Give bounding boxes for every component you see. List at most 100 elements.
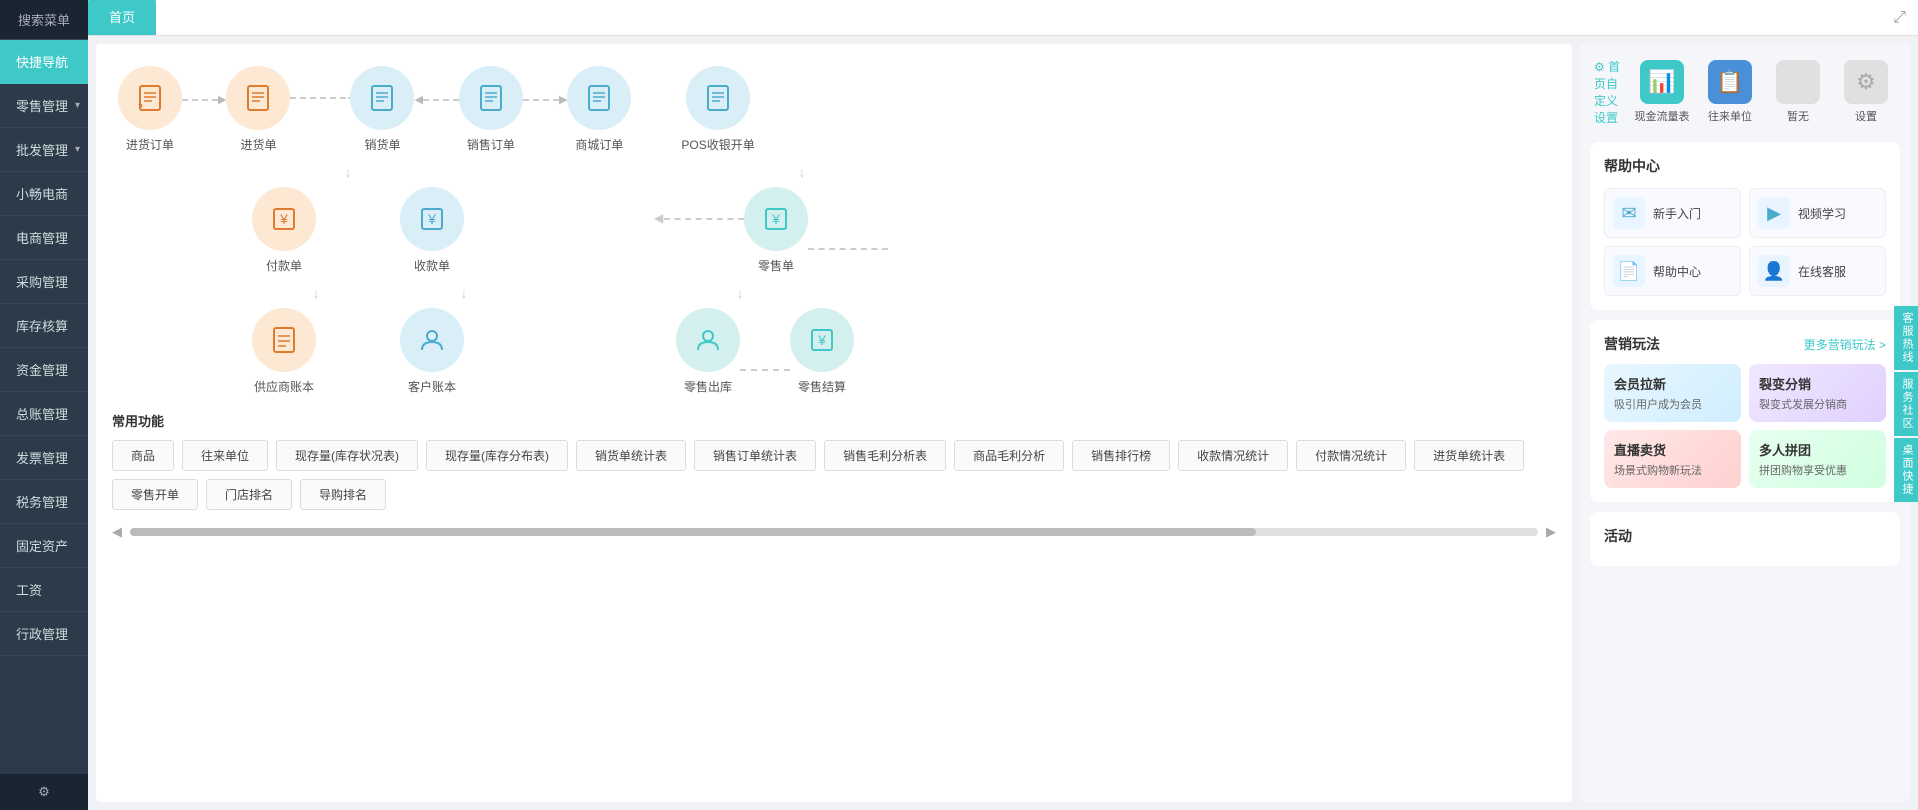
func-button[interactable]: 导购排名: [300, 479, 386, 510]
sidebar-item-电商管理[interactable]: 电商管理: [0, 216, 88, 260]
sidebar-item-税务管理[interactable]: 税务管理: [0, 480, 88, 524]
marketing-item[interactable]: 多人拼团拼团购物享受优惠: [1749, 430, 1886, 488]
sidebar-item-采购管理[interactable]: 采购管理: [0, 260, 88, 304]
node-label: 零售结算: [798, 378, 846, 395]
func-button[interactable]: 销售排行榜: [1072, 440, 1170, 471]
marketing-item-title: 裂变分销: [1759, 374, 1876, 393]
nav-item-label: 发票管理: [16, 448, 68, 467]
node-supplier-ledger[interactable]: 供应商账本: [252, 308, 316, 395]
marketing-item[interactable]: 裂变分销裂变式发展分销商: [1749, 364, 1886, 422]
help-label: 在线客服: [1798, 263, 1846, 280]
arrow-1-2: ▶: [182, 93, 226, 126]
nav-item-label: 资金管理: [16, 360, 68, 379]
marketing-item[interactable]: 直播卖货场景式购物新玩法: [1604, 430, 1741, 488]
func-button[interactable]: 收款情况统计: [1178, 440, 1288, 471]
node-purchase-order[interactable]: 进货订单: [118, 66, 182, 153]
sidebar-item-快捷导航[interactable]: 快捷导航: [0, 40, 88, 84]
func-button[interactable]: 零售开单: [112, 479, 198, 510]
float-button[interactable]: 桌面快捷: [1894, 438, 1918, 502]
right-panel: ⚙ 首页自定义设置 📊现金流量表📋往来单位暂无⚙设置 帮助中心 ✉新手入门▶视频…: [1580, 44, 1910, 802]
marketing-item-subtitle: 吸引用户成为会员: [1614, 396, 1731, 412]
sidebar-item-固定资产[interactable]: 固定资产: [0, 524, 88, 568]
node-label: 收款单: [414, 257, 450, 274]
marketing-item-subtitle: 场景式购物新玩法: [1614, 462, 1731, 478]
func-button[interactable]: 付款情况统计: [1296, 440, 1406, 471]
quick-icon-item[interactable]: 📊现金流量表: [1628, 54, 1696, 130]
func-button[interactable]: 现存量(库存分布表): [426, 440, 568, 471]
sidebar-item-批发管理[interactable]: 批发管理▾: [0, 128, 88, 172]
node-retail-out[interactable]: 零售出库: [676, 308, 740, 395]
node-mall-order[interactable]: 商城订单: [567, 66, 631, 153]
tab-expand-icon[interactable]: ⤢: [1881, 1, 1918, 35]
func-button[interactable]: 销售毛利分析表: [824, 440, 946, 471]
sidebar-item-发票管理[interactable]: 发票管理: [0, 436, 88, 480]
flow-row-1: 进货订单 ▶ 进货单: [118, 66, 1550, 153]
v-conn-mall: ↓: [770, 157, 834, 187]
help-center-title: 帮助中心: [1604, 156, 1886, 176]
v-conn-payment: ↓: [284, 278, 348, 308]
node-customer-ledger[interactable]: 客户账本: [400, 308, 464, 395]
node-pos[interactable]: POS收银开单: [681, 66, 754, 153]
arrow-4-3: ◀: [414, 93, 458, 126]
marketing-item[interactable]: 会员拉新吸引用户成为会员: [1604, 364, 1741, 422]
sidebar-item-工资[interactable]: 工资: [0, 568, 88, 612]
node-label: 进货单: [240, 136, 276, 153]
sidebar-item-零售管理[interactable]: 零售管理▾: [0, 84, 88, 128]
tab-home[interactable]: 首页: [88, 0, 156, 35]
float-button[interactable]: 客服热线: [1894, 306, 1918, 370]
nav-item-label: 电商管理: [16, 228, 68, 247]
customize-link[interactable]: ⚙ 首页自定义设置: [1594, 58, 1626, 126]
help-item[interactable]: ▶视频学习: [1749, 188, 1886, 238]
quick-icon-item[interactable]: 暂无: [1764, 54, 1832, 130]
nav-item-label: 行政管理: [16, 624, 68, 643]
nav-list: 快捷导航零售管理▾批发管理▾小畅电商电商管理采购管理库存核算资金管理总账管理发票…: [0, 40, 88, 656]
node-sales-order[interactable]: 销售订单: [459, 66, 523, 153]
help-item[interactable]: 📄 帮助中心: [1604, 246, 1741, 296]
help-item[interactable]: ✉新手入门: [1604, 188, 1741, 238]
func-button[interactable]: 商品毛利分析: [954, 440, 1064, 471]
help-icon: 📄: [1613, 255, 1645, 287]
more-marketing-link[interactable]: 更多营销玩法 >: [1804, 336, 1886, 353]
nav-item-label: 快捷导航: [16, 52, 68, 71]
scroll-right[interactable]: ▶: [1542, 522, 1560, 542]
float-button[interactable]: 服务社区: [1894, 372, 1918, 436]
func-button[interactable]: 销售订单统计表: [694, 440, 816, 471]
scroll-left[interactable]: ◀: [108, 522, 126, 542]
func-button[interactable]: 现存量(库存状况表): [276, 440, 418, 471]
node-purchase[interactable]: 进货单: [226, 66, 290, 153]
node-label: 零售单: [758, 257, 794, 274]
svg-text:¥: ¥: [771, 211, 780, 227]
scroll-track[interactable]: [130, 528, 1538, 536]
search-menu[interactable]: 搜索菜单: [0, 0, 88, 40]
func-button[interactable]: 门店排名: [206, 479, 292, 510]
quick-icon-box: 📋: [1708, 60, 1752, 104]
marketing-card: 营销玩法 更多营销玩法 > 会员拉新吸引用户成为会员裂变分销裂变式发展分销商直播…: [1590, 320, 1900, 502]
sidebar-item-小畅电商[interactable]: 小畅电商: [0, 172, 88, 216]
func-button[interactable]: 销货单统计表: [576, 440, 686, 471]
func-button[interactable]: 商品: [112, 440, 174, 471]
quick-icon-item[interactable]: ⚙设置: [1832, 54, 1900, 130]
func-button[interactable]: 往来单位: [182, 440, 268, 471]
sidebar-item-库存核算[interactable]: 库存核算: [0, 304, 88, 348]
func-btn-grid: 商品往来单位现存量(库存状况表)现存量(库存分布表)销货单统计表销售订单统计表销…: [112, 440, 1556, 510]
node-receipt[interactable]: ¥ 收款单: [400, 187, 464, 274]
node-label: 付款单: [266, 257, 302, 274]
help-grid: ✉新手入门▶视频学习 📄 帮助中心 👤在线客服: [1604, 188, 1886, 296]
sidebar-item-总账管理[interactable]: 总账管理: [0, 392, 88, 436]
marketing-item-title: 多人拼团: [1759, 440, 1876, 459]
sidebar-item-资金管理[interactable]: 资金管理: [0, 348, 88, 392]
nav-item-label: 零售管理: [16, 96, 68, 115]
quick-icon-item[interactable]: 📋往来单位: [1696, 54, 1764, 130]
help-item[interactable]: 👤在线客服: [1749, 246, 1886, 296]
node-retail[interactable]: ¥ 零售单: [744, 187, 808, 274]
scrollbar[interactable]: ◀ ▶: [108, 522, 1560, 542]
node-retail-settlement[interactable]: ¥ 零售结算: [790, 308, 854, 395]
help-label: 帮助中心: [1653, 263, 1701, 280]
settings-button[interactable]: ⚙: [0, 774, 88, 810]
func-button[interactable]: 进货单统计表: [1414, 440, 1524, 471]
marketing-grid: 会员拉新吸引用户成为会员裂变分销裂变式发展分销商直播卖货场景式购物新玩法多人拼团…: [1604, 364, 1886, 488]
node-payment[interactable]: ¥ 付款单: [252, 187, 316, 274]
sidebar-item-行政管理[interactable]: 行政管理: [0, 612, 88, 656]
flow-row-3: 供应商账本 客户账本 零售出库: [118, 308, 1550, 395]
node-sales[interactable]: 销货单: [350, 66, 414, 153]
